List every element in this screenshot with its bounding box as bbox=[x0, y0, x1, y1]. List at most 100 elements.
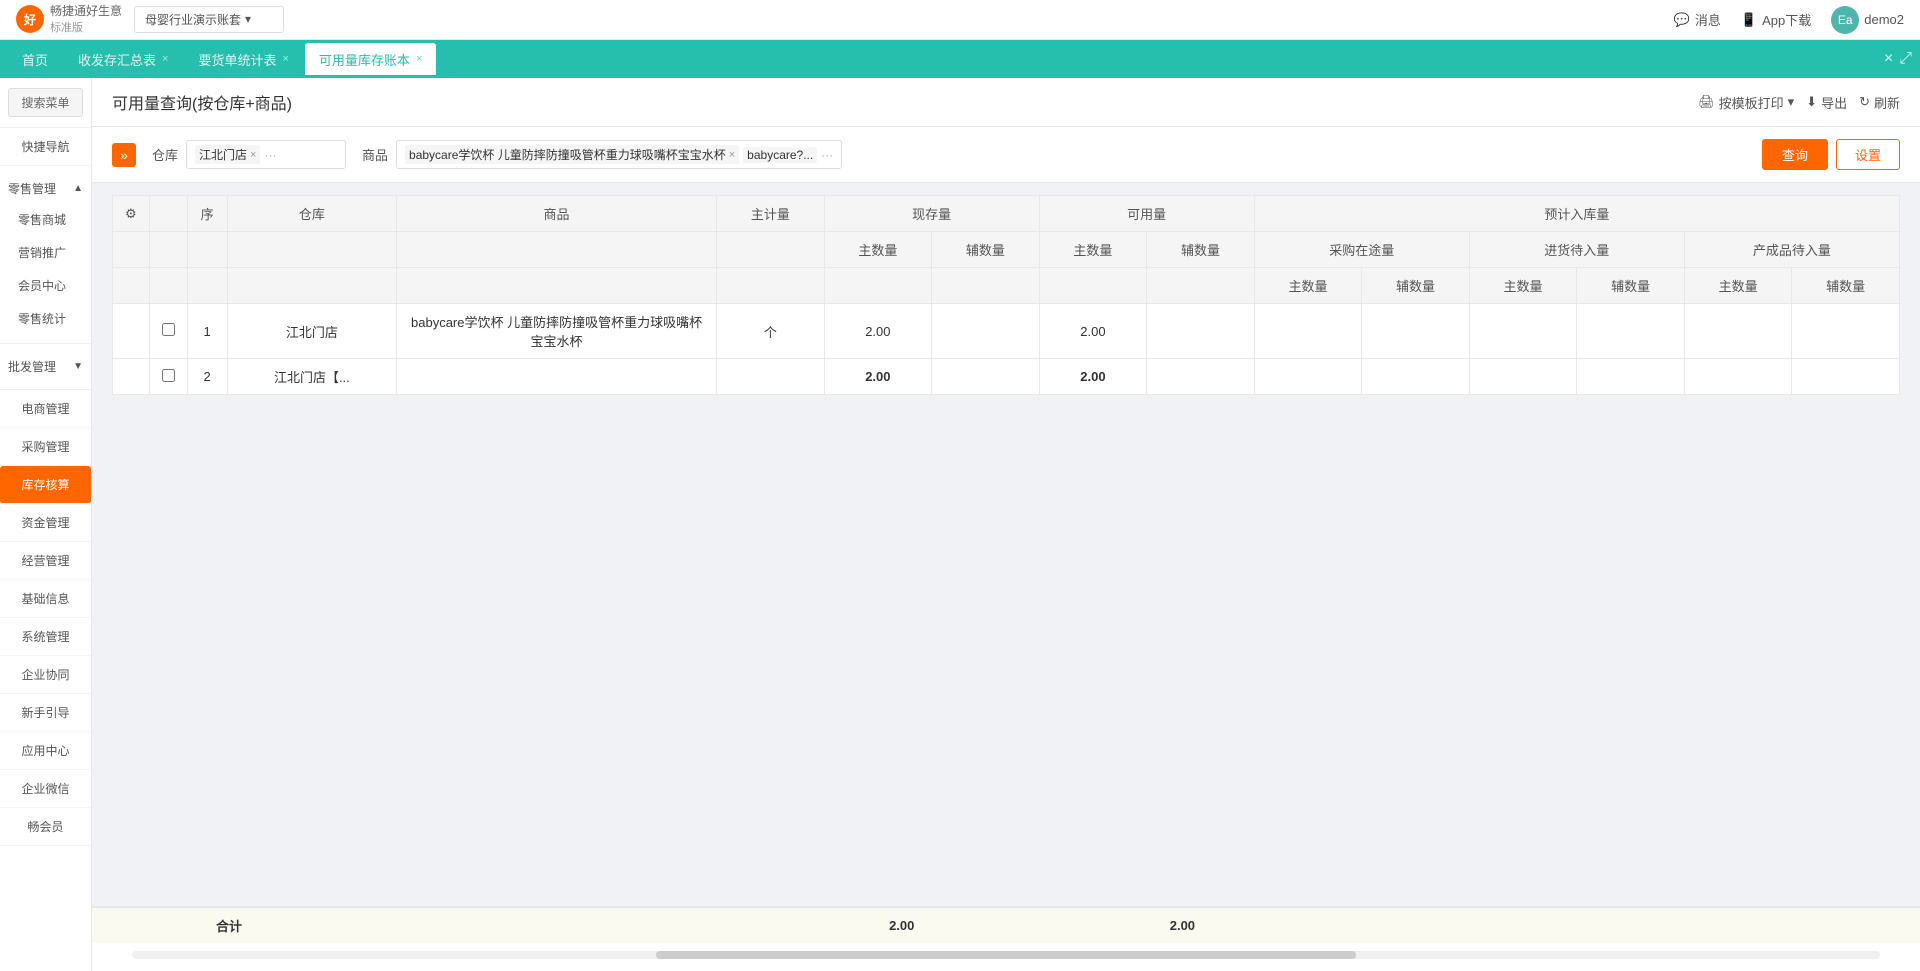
row2-stock-main: 2.00 bbox=[824, 359, 932, 395]
wholesale-arrow-icon: ▼ bbox=[73, 361, 83, 372]
sidebar-item-retail-member[interactable]: 会员中心 bbox=[8, 269, 83, 302]
query-button[interactable]: 查询 bbox=[1762, 139, 1828, 170]
logo-subtitle: 标准版 bbox=[50, 19, 122, 35]
row2-checkbox[interactable] bbox=[149, 359, 187, 395]
settings-button[interactable]: 设置 bbox=[1836, 139, 1900, 170]
table-subheader-num bbox=[187, 232, 227, 268]
tab-income-expense[interactable]: 收发存汇总表 × bbox=[64, 43, 182, 75]
product-input[interactable]: babycare学饮杯 儿童防摔防撞吸管杯重力球吸嘴杯宝宝水杯 × babyca… bbox=[396, 140, 842, 169]
row1-product: babycare学饮杯 儿童防摔防撞吸管杯重力球吸嘴杯宝宝水杯 bbox=[397, 304, 717, 359]
sidebar-item-ecommerce[interactable]: 电商管理 bbox=[0, 390, 91, 428]
tab-order-stats[interactable]: 要货单统计表 × bbox=[184, 43, 302, 75]
sidebar-item-retail-stats[interactable]: 零售统计 bbox=[8, 302, 83, 335]
table-subheader2-stock-main2 bbox=[824, 268, 932, 304]
footer-p5 bbox=[1736, 908, 1828, 943]
tab-home[interactable]: 首页 bbox=[8, 43, 62, 75]
footer-p1 bbox=[1369, 908, 1461, 943]
industry-selector[interactable]: 母婴行业演示账套 ▾ bbox=[134, 6, 284, 33]
sidebar-section-wholesale-header[interactable]: 批发管理 ▼ bbox=[8, 352, 83, 381]
row1-checkbox[interactable] bbox=[149, 304, 187, 359]
table-subheader-incoming-pending: 进货待入量 bbox=[1469, 232, 1684, 268]
sidebar-item-newbie[interactable]: 新手引导 bbox=[0, 694, 91, 732]
table-header-available-group: 可用量 bbox=[1039, 196, 1254, 232]
product-more-icon[interactable]: ··· bbox=[821, 148, 833, 162]
table-subheader-warehouse bbox=[227, 232, 396, 268]
tab-home-label: 首页 bbox=[22, 50, 48, 69]
logo-text-area: 畅捷通好生意 标准版 bbox=[50, 4, 122, 34]
sidebar-item-retail-shop[interactable]: 零售商城 bbox=[8, 203, 83, 236]
row2-unit bbox=[717, 359, 825, 395]
table-subheader-available-sub: 辅数量 bbox=[1147, 232, 1255, 268]
scrollbar-track[interactable] bbox=[92, 943, 1920, 971]
sidebar-item-ops[interactable]: 经营管理 bbox=[0, 542, 91, 580]
refresh-label: 刷新 bbox=[1874, 93, 1900, 112]
filter-bar: » 仓库 江北门店 × ··· 商品 babycare学饮杯 儿童防摔防撞吸管杯… bbox=[92, 127, 1920, 183]
footer-p2 bbox=[1461, 908, 1553, 943]
sidebar-item-basic[interactable]: 基础信息 bbox=[0, 580, 91, 618]
table-header-product: 商品 bbox=[397, 196, 717, 232]
refresh-button[interactable]: ↻ 刷新 bbox=[1859, 93, 1900, 112]
sidebar-item-system[interactable]: 系统管理 bbox=[0, 618, 91, 656]
avatar-text: Ea bbox=[1838, 13, 1853, 27]
tab-available-stock-close[interactable]: × bbox=[416, 53, 422, 65]
product-label: 商品 bbox=[362, 145, 388, 164]
sidebar-item-enterprise[interactable]: 企业协同 bbox=[0, 656, 91, 694]
product-tag-1: babycare学饮杯 儿童防摔防撞吸管杯重力球吸嘴杯宝宝水杯 × bbox=[405, 145, 739, 164]
search-menu-button[interactable]: 搜索菜单 bbox=[8, 88, 83, 117]
sidebar-item-purchase[interactable]: 采购管理 bbox=[0, 428, 91, 466]
export-label: 导出 bbox=[1821, 93, 1847, 112]
sidebar-item-inventory[interactable]: 库存核算 bbox=[0, 466, 91, 504]
table-header-settings[interactable]: ⚙ bbox=[113, 196, 150, 232]
content-area: 可用量查询(按仓库+商品) 🖨 按模板打印 ▾ ⬇ 导出 ↻ 刷新 bbox=[92, 78, 1920, 971]
sidebar-item-member[interactable]: 畅会员 bbox=[0, 808, 91, 846]
expand-window-button[interactable]: ⤢ bbox=[1899, 50, 1912, 68]
app-download-action[interactable]: 📱 App下载 bbox=[1741, 10, 1811, 29]
table-row: 1 江北门店 babycare学饮杯 儿童防摔防撞吸管杯重力球吸嘴杯宝宝水杯 个… bbox=[113, 304, 1900, 359]
sidebar-item-retail-promo[interactable]: 营销推广 bbox=[8, 236, 83, 269]
footer-p6 bbox=[1828, 908, 1920, 943]
filter-expand-button[interactable]: » bbox=[112, 143, 136, 167]
warehouse-tag-close[interactable]: × bbox=[250, 149, 256, 161]
sidebar-item-wechat[interactable]: 企业微信 bbox=[0, 770, 91, 808]
export-button[interactable]: ⬇ 导出 bbox=[1806, 93, 1847, 112]
table-row: 2 江北门店【... 2.00 2.00 bbox=[113, 359, 1900, 395]
data-table: ⚙ 序 仓库 商品 主计量 现存量 可用量 预计入库量 bbox=[112, 195, 1900, 395]
warehouse-input[interactable]: 江北门店 × ··· bbox=[186, 140, 346, 169]
close-all-tabs-button[interactable]: × bbox=[1884, 50, 1893, 68]
horizontal-scrollbar[interactable] bbox=[132, 951, 1880, 959]
tab-available-stock[interactable]: 可用量库存账本 × bbox=[305, 43, 436, 75]
tab-order-stats-close[interactable]: × bbox=[282, 53, 288, 65]
row2-incoming-main bbox=[1469, 359, 1577, 395]
row2-settings bbox=[113, 359, 150, 395]
message-action[interactable]: 💬 消息 bbox=[1674, 10, 1721, 29]
table-header-warehouse: 仓库 bbox=[227, 196, 396, 232]
app-download-label: App下载 bbox=[1762, 10, 1811, 29]
sidebar-section-retail-label: 零售管理 bbox=[8, 180, 56, 197]
logo-title: 畅捷通好生意 bbox=[50, 4, 122, 18]
row1-incoming-main bbox=[1469, 304, 1577, 359]
row2-num: 2 bbox=[187, 359, 227, 395]
printer-icon: 🖨 bbox=[1698, 94, 1715, 110]
sidebar: 搜索菜单 快捷导航 零售管理 ▲ 零售商城 营销推广 会员中心 零售统计 批发管… bbox=[0, 78, 92, 971]
table-header-num: 序 bbox=[187, 196, 227, 232]
user-area[interactable]: Ea demo2 bbox=[1831, 6, 1904, 34]
table-subheader-available-main: 主数量 bbox=[1039, 232, 1147, 268]
print-template-button[interactable]: 🖨 按模板打印 ▾ bbox=[1698, 93, 1794, 112]
table-subheader-settings bbox=[113, 232, 150, 268]
sidebar-item-shortcut[interactable]: 快捷导航 bbox=[0, 128, 91, 166]
print-chevron-icon: ▾ bbox=[1788, 94, 1795, 110]
sidebar-section-retail-header[interactable]: 零售管理 ▲ bbox=[8, 174, 83, 203]
row1-checkbox-input[interactable] bbox=[162, 323, 175, 336]
sidebar-item-apps[interactable]: 应用中心 bbox=[0, 732, 91, 770]
row2-available-main: 2.00 bbox=[1039, 359, 1147, 395]
sidebar-item-finance[interactable]: 资金管理 bbox=[0, 504, 91, 542]
tab-income-expense-close[interactable]: × bbox=[162, 53, 168, 65]
row2-checkbox-input[interactable] bbox=[162, 369, 175, 382]
scrollbar-thumb[interactable] bbox=[656, 951, 1355, 959]
warehouse-more-icon[interactable]: ··· bbox=[264, 148, 276, 162]
product-tag-1-close[interactable]: × bbox=[729, 149, 735, 161]
logo-icon: 好 bbox=[16, 5, 44, 33]
row1-production-sub bbox=[1792, 304, 1900, 359]
top-bar: 好 畅捷通好生意 标准版 母婴行业演示账套 ▾ 💬 消息 📱 App下载 Ea … bbox=[0, 0, 1920, 40]
table-subheader2-purchase-sub: 辅数量 bbox=[1362, 268, 1470, 304]
